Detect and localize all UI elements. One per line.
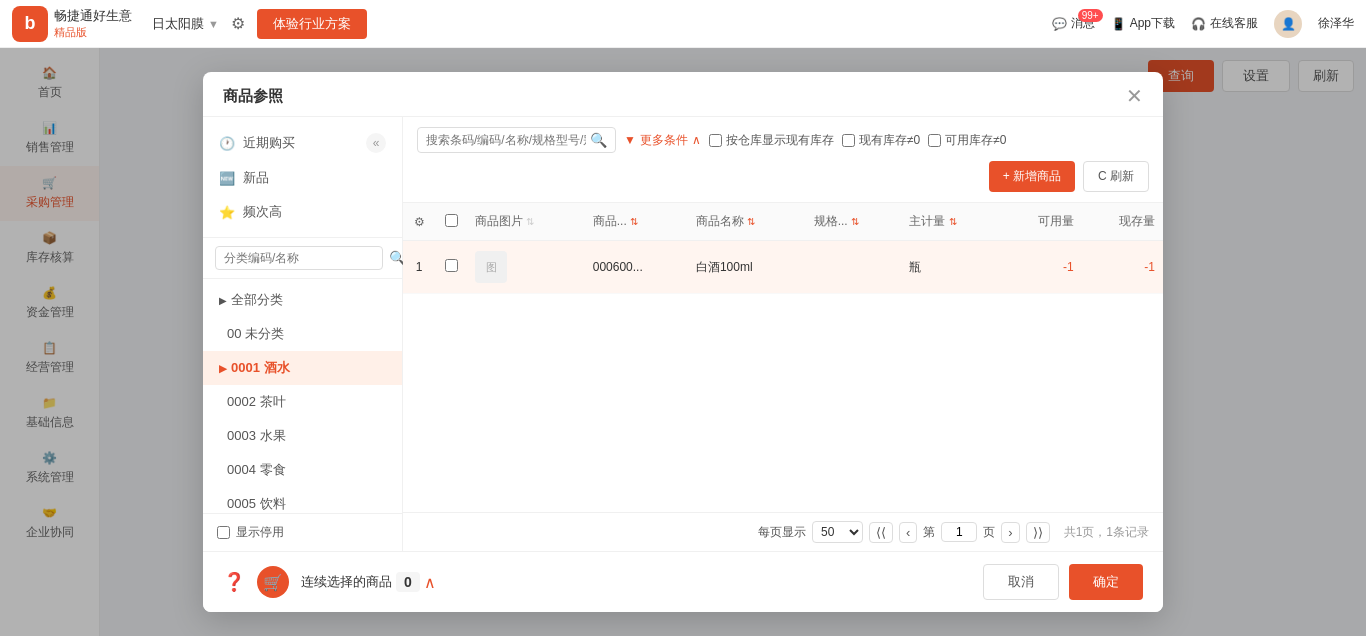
page-input[interactable] — [941, 522, 977, 542]
frequent-icon: ⭐ — [219, 205, 235, 220]
col-stock[interactable]: 现存量 — [1082, 203, 1163, 241]
help-icon[interactable]: ❓ — [223, 571, 245, 593]
store-selector[interactable]: 日太阳膜 ▼ — [152, 15, 219, 33]
footer-count: 0 — [396, 572, 420, 592]
modal-body: 🕐 近期购买 « 🆕 新品 ⭐ 频次高 — [203, 117, 1163, 551]
cat-item-alcohol[interactable]: ▶ 0001 酒水 — [203, 351, 402, 385]
per-page-label: 每页显示 — [758, 524, 806, 541]
gear-icon[interactable]: ⚙ — [231, 14, 245, 33]
cell-stock: -1 — [1082, 241, 1163, 294]
toolbar-right: + 新增商品 C 刷新 — [989, 161, 1149, 192]
service-item[interactable]: 🎧 在线客服 — [1191, 15, 1258, 32]
add-product-btn[interactable]: + 新增商品 — [989, 161, 1075, 192]
app-download-item[interactable]: 📱 App下载 — [1111, 15, 1175, 32]
modal-header: 商品参照 ✕ — [203, 72, 1163, 117]
col-name[interactable]: 商品名称 ⇅ — [688, 203, 806, 241]
cell-unit: 瓶 — [901, 241, 1000, 294]
modal-pagination: 每页显示 50 100 ⟨⟨ ‹ 第 页 › ⟩⟩ 共1页，1条记录 — [403, 512, 1163, 551]
headset-icon: 🎧 — [1191, 17, 1206, 31]
cat-item-snack[interactable]: 0004 零食 — [203, 453, 402, 487]
cancel-button[interactable]: 取消 — [983, 564, 1059, 600]
trial-btn[interactable]: 体验行业方案 — [257, 9, 367, 39]
page-next-btn[interactable]: › — [1001, 522, 1019, 543]
modal-left-panel: 🕐 近期购买 « 🆕 新品 ⭐ 频次高 — [203, 117, 403, 551]
col-image: 商品图片 ⇅ — [467, 203, 585, 241]
page-info: 共1页，1条记录 — [1064, 524, 1149, 541]
cat-item-beverage[interactable]: 0005 饮料 — [203, 487, 402, 513]
page-prev-btn[interactable]: ‹ — [899, 522, 917, 543]
message-icon: 💬 — [1052, 17, 1067, 31]
modal-overlay: 商品参照 ✕ 🕐 近期购买 « 🆕 — [0, 48, 1366, 636]
show-disabled-checkbox[interactable] — [217, 526, 230, 539]
col-settings: ⚙ — [403, 203, 435, 241]
col-unit[interactable]: 主计量 ⇅ — [901, 203, 1000, 241]
modal-right-panel: 🔍 ▼ 更多条件 ∧ 按仓库显示现有库存 — [403, 117, 1163, 551]
footer-collapse-icon[interactable]: ∧ — [424, 573, 436, 592]
cell-checkbox[interactable] — [435, 241, 467, 294]
topnav: b 畅捷通好生意 精品版 日太阳膜 ▼ ⚙ 体验行业方案 💬 99+ 消息 📱 … — [0, 0, 1366, 48]
recent-icon: 🕐 — [219, 136, 235, 151]
close-icon[interactable]: ✕ — [1126, 86, 1143, 106]
page-last-btn[interactable]: ⟩⟩ — [1026, 522, 1050, 543]
show-disabled-area: 显示停用 — [203, 513, 402, 551]
search-icon[interactable]: 🔍 — [590, 132, 607, 148]
checkbox-warehouse[interactable]: 按仓库显示现有库存 — [709, 132, 834, 149]
search-box: 🔍 — [417, 127, 616, 153]
page-first-btn[interactable]: ⟨⟨ — [869, 522, 893, 543]
col-spec[interactable]: 规格... ⇅ — [806, 203, 902, 241]
refresh-btn[interactable]: C 刷新 — [1083, 161, 1149, 192]
brand-logo: b — [12, 6, 48, 42]
cell-code: 000600... — [585, 241, 688, 294]
mobile-icon: 📱 — [1111, 17, 1126, 31]
filter-btn[interactable]: ▼ 更多条件 ∧ — [624, 132, 701, 149]
search-input[interactable] — [426, 133, 586, 147]
modal-title: 商品参照 — [223, 87, 283, 106]
cat-search-area: 🔍 — [203, 238, 402, 279]
cell-num: 1 — [403, 241, 435, 294]
chevron-down-icon: ▼ — [208, 18, 219, 30]
nav-badge: 99+ — [1078, 9, 1103, 22]
cat-arrow-alcohol: ▶ — [219, 363, 227, 374]
username: 徐泽华 — [1318, 15, 1354, 32]
cell-available: -1 — [1000, 241, 1081, 294]
checkbox-available[interactable]: 现有库存≠0 — [842, 132, 920, 149]
table-row[interactable]: 1 图 000600... 白酒100ml 瓶 -1 — [403, 241, 1163, 294]
footer-right: 取消 确定 — [983, 564, 1143, 600]
cat-arrow-all: ▶ — [219, 295, 227, 306]
quick-item-recent[interactable]: 🕐 近期购买 « — [203, 125, 402, 161]
modal-footer: ❓ 🛒 连续选择的商品 0 ∧ 取消 确定 — [203, 551, 1163, 612]
per-page-select[interactable]: 50 100 — [812, 521, 863, 543]
modal-table-wrap: ⚙ 商品图片 ⇅ 商品... ⇅ 商品名称 ⇅ 规格... ⇅ 主计量 ⇅ 可用… — [403, 203, 1163, 512]
modal-toolbar: 🔍 ▼ 更多条件 ∧ 按仓库显示现有库存 — [403, 117, 1163, 203]
footer-cart[interactable]: 🛒 — [257, 566, 289, 598]
quick-items: 🕐 近期购买 « 🆕 新品 ⭐ 频次高 — [203, 117, 402, 238]
collapse-btn[interactable]: « — [366, 133, 386, 153]
quick-item-frequent[interactable]: ⭐ 频次高 — [203, 195, 402, 229]
cat-item-uncategorized[interactable]: 00 未分类 — [203, 317, 402, 351]
modal: 商品参照 ✕ 🕐 近期购买 « 🆕 — [203, 72, 1163, 612]
col-checkbox — [435, 203, 467, 241]
nav-right: 💬 99+ 消息 📱 App下载 🎧 在线客服 👤 徐泽华 — [1052, 10, 1354, 38]
col-available[interactable]: 可用量 — [1000, 203, 1081, 241]
cat-item-all[interactable]: ▶ 全部分类 — [203, 283, 402, 317]
cat-item-tea[interactable]: 0002 茶叶 — [203, 385, 402, 419]
footer-continuous: 连续选择的商品 0 ∧ — [301, 572, 436, 592]
checkbox-usable[interactable]: 可用库存≠0 — [928, 132, 1006, 149]
quick-item-new[interactable]: 🆕 新品 — [203, 161, 402, 195]
new-icon: 🆕 — [219, 171, 235, 186]
message-icon-item[interactable]: 💬 99+ 消息 — [1052, 15, 1095, 32]
cat-list: ▶ 全部分类 00 未分类 ▶ 0001 酒水 0002 茶叶 — [203, 279, 402, 513]
cell-spec — [806, 241, 902, 294]
cat-item-fruit[interactable]: 0003 水果 — [203, 419, 402, 453]
confirm-button[interactable]: 确定 — [1069, 564, 1143, 600]
cell-image: 图 — [467, 241, 585, 294]
page-label: 第 — [923, 524, 935, 541]
brand-text: 畅捷通好生意 精品版 — [54, 8, 132, 39]
page-suffix: 页 — [983, 524, 995, 541]
cat-search-input[interactable] — [215, 246, 383, 270]
user-avatar: 👤 — [1274, 10, 1302, 38]
filter-icon: ▼ — [624, 133, 636, 147]
cell-name: 白酒100ml — [688, 241, 806, 294]
col-code[interactable]: 商品... ⇅ — [585, 203, 688, 241]
